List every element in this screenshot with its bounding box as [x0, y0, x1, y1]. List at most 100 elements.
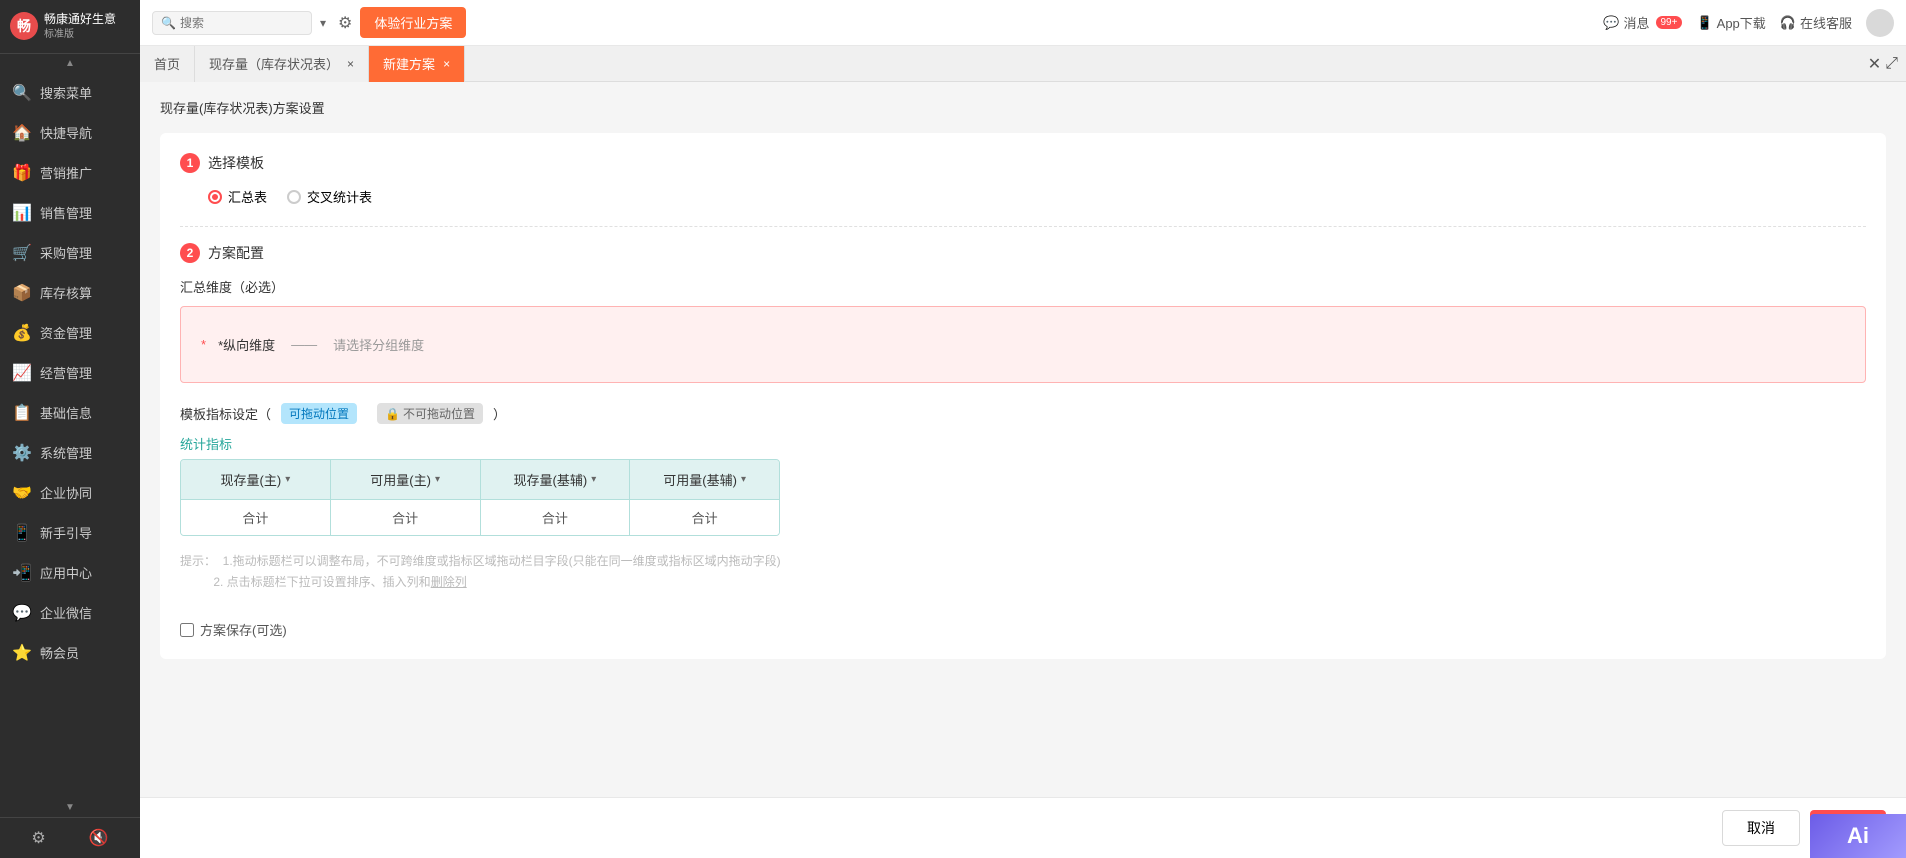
- dropdown-icon[interactable]: ▾: [320, 16, 326, 30]
- sidebar-item-label: 快捷导航: [40, 123, 92, 142]
- star-icon: ⭐: [12, 643, 32, 663]
- lock-icon: 🔒: [385, 407, 400, 421]
- tabbar-expand-icon[interactable]: ⤢: [1885, 55, 1898, 73]
- col-header-3[interactable]: 可用量(基辅) ▾: [630, 460, 779, 499]
- col-header-2[interactable]: 现存量(基辅) ▾: [481, 460, 631, 499]
- sidebar-item-label: 经营管理: [40, 363, 92, 382]
- dim-placeholder-text[interactable]: 请选择分组维度: [333, 335, 424, 354]
- sidebar-item-label: 基础信息: [40, 403, 92, 422]
- sidebar-item-label: 企业微信: [40, 603, 92, 622]
- sidebar-item-basic-info[interactable]: 📋 基础信息: [0, 393, 140, 433]
- content-area: 现存量(库存状况表)方案设置 1 选择模板 汇总表 交叉统计表: [140, 82, 1906, 797]
- tab-new-plan[interactable]: 新建方案 ×: [369, 46, 465, 82]
- sidebar-item-vip[interactable]: ⭐ 畅会员: [0, 633, 140, 673]
- sidebar-logo: 畅 畅康通好生意 标准版: [0, 0, 140, 54]
- phone-icon: 📱: [1696, 15, 1712, 31]
- logo-icon: 畅: [10, 12, 38, 40]
- sidebar-item-finance[interactable]: 💰 资金管理: [0, 313, 140, 353]
- step1-section: 1 选择模板 汇总表 交叉统计表: [180, 153, 1866, 206]
- tab-home-label: 首页: [154, 54, 180, 73]
- industry-plan-button[interactable]: 体验行业方案: [360, 7, 466, 38]
- save-checkbox[interactable]: [180, 623, 194, 637]
- step1-header: 1 选择模板: [180, 153, 1866, 173]
- save-label: 方案保存(可选): [200, 620, 287, 639]
- sidebar-item-marketing[interactable]: 🎁 营销推广: [0, 153, 140, 193]
- sidebar-item-inventory[interactable]: 📦 库存核算: [0, 273, 140, 313]
- sidebar-item-enterprise-wx[interactable]: 💬 企业微信: [0, 593, 140, 633]
- plan-card: 1 选择模板 汇总表 交叉统计表 2: [160, 133, 1886, 659]
- topbar: 🔍 ▾ ⚙ 体验行业方案 💬 消息 99+ 📱 App下载 🎧 在线客服: [140, 0, 1906, 46]
- sidebar-item-label: 采购管理: [40, 243, 92, 262]
- ai-badge[interactable]: Ai: [1810, 814, 1906, 858]
- tab-new-plan-label: 新建方案: [383, 54, 435, 73]
- tabbar: 首页 现存量（库存状况表） × 新建方案 × ✕ ⤢: [140, 46, 1906, 82]
- sidebar-scroll-down[interactable]: ▼: [0, 798, 140, 817]
- money-icon: 💰: [12, 323, 32, 343]
- sidebar-item-label: 搜索菜单: [40, 83, 92, 102]
- sidebar-item-sales[interactable]: 📊 销售管理: [0, 193, 140, 233]
- user-avatar[interactable]: [1866, 9, 1894, 37]
- summary-radio[interactable]: [208, 190, 222, 204]
- tab-new-plan-close[interactable]: ×: [443, 57, 450, 71]
- col-label-2: 现存量(基辅): [514, 470, 588, 489]
- summary-label: 汇总表: [228, 187, 267, 206]
- sidebar-item-new-guide[interactable]: 📱 新手引导: [0, 513, 140, 553]
- sidebar-item-label: 营销推广: [40, 163, 92, 182]
- app-download-button[interactable]: 📱 App下载: [1696, 13, 1765, 32]
- sidebar-item-app-center[interactable]: 📲 应用中心: [0, 553, 140, 593]
- message-icon: 💬: [1603, 15, 1619, 31]
- stat-table-header: 现存量(主) ▾ 可用量(主) ▾ 现存量(基辅) ▾: [181, 460, 779, 499]
- sidebar-item-label: 新手引导: [40, 523, 92, 542]
- online-service-button[interactable]: 🎧 在线客服: [1780, 13, 1852, 32]
- step2-header: 2 方案配置: [180, 243, 1866, 263]
- box-icon: 📦: [12, 283, 32, 303]
- delete-col-link[interactable]: 删除列: [431, 575, 467, 589]
- chevron-down-icon-0: ▾: [285, 474, 290, 485]
- search-icon: 🔍: [161, 16, 176, 30]
- phone-icon: 📱: [12, 523, 32, 543]
- indicator-label-end: ）: [493, 404, 506, 423]
- col-header-0[interactable]: 现存量(主) ▾: [181, 460, 331, 499]
- step2-num: 2: [180, 243, 200, 263]
- sidebar-item-cooperation[interactable]: 🤝 企业协同: [0, 473, 140, 513]
- handshake-icon: 🤝: [12, 483, 32, 503]
- sidebar-nav: 🔍 搜索菜单 🏠 快捷导航 🎁 营销推广 📊 销售管理 🛒 采购管理 📦 库存核…: [0, 73, 140, 798]
- sidebar-item-quick-nav[interactable]: 🏠 快捷导航: [0, 113, 140, 153]
- template-summary-option[interactable]: 汇总表: [208, 187, 267, 206]
- search-box[interactable]: 🔍: [152, 11, 312, 35]
- message-badge: 99+: [1656, 16, 1683, 29]
- dim-section-label: 汇总维度（必选）: [180, 277, 1866, 296]
- sidebar-item-search-menu[interactable]: 🔍 搜索菜单: [0, 73, 140, 113]
- sidebar-item-purchase[interactable]: 🛒 采购管理: [0, 233, 140, 273]
- tab-home[interactable]: 首页: [140, 46, 195, 82]
- sidebar-item-operations[interactable]: 📈 经营管理: [0, 353, 140, 393]
- tip-1: 2. 点击标题栏下拉可设置排序、插入列和删除列: [180, 573, 1866, 590]
- col-label-3: 可用量(基辅): [663, 470, 737, 489]
- stat-label: 统计指标: [180, 434, 1866, 453]
- tips-section: 提示： 1.拖动标题栏可以调整布局，不可跨维度或指标区域拖动栏目字段(只能在同一…: [180, 552, 1866, 590]
- col-label-1: 可用量(主): [370, 470, 431, 489]
- cancel-button[interactable]: 取消: [1722, 810, 1800, 846]
- step2-title: 方案配置: [208, 243, 264, 263]
- tabbar-close-icon[interactable]: ✕: [1868, 54, 1881, 74]
- tab-inventory-close[interactable]: ×: [347, 57, 354, 71]
- topbar-gear-icon[interactable]: ⚙: [338, 13, 352, 33]
- volume-icon[interactable]: 🔇: [89, 828, 109, 848]
- chevron-down-icon-1: ▾: [435, 474, 440, 485]
- dim-area: * *纵向维度 —— 请选择分组维度: [180, 306, 1866, 383]
- cross-radio[interactable]: [287, 190, 301, 204]
- tab-inventory-label: 现存量（库存状况表）: [209, 54, 339, 73]
- message-button[interactable]: 💬 消息 99+: [1603, 13, 1682, 32]
- sidebar-scroll-up[interactable]: ▲: [0, 54, 140, 73]
- settings-icon[interactable]: ⚙: [31, 828, 45, 848]
- chart-icon: 📊: [12, 203, 32, 223]
- sidebar-item-system[interactable]: ⚙️ 系统管理: [0, 433, 140, 473]
- template-cross-option[interactable]: 交叉统计表: [287, 187, 372, 206]
- col-header-1[interactable]: 可用量(主) ▾: [331, 460, 481, 499]
- step1-title: 选择模板: [208, 153, 264, 173]
- search-input[interactable]: [180, 16, 280, 30]
- cart-icon: 🛒: [12, 243, 32, 263]
- tab-inventory-status[interactable]: 现存量（库存状况表） ×: [195, 46, 369, 82]
- cross-label: 交叉统计表: [307, 187, 372, 206]
- topbar-right: 💬 消息 99+ 📱 App下载 🎧 在线客服: [1603, 9, 1894, 37]
